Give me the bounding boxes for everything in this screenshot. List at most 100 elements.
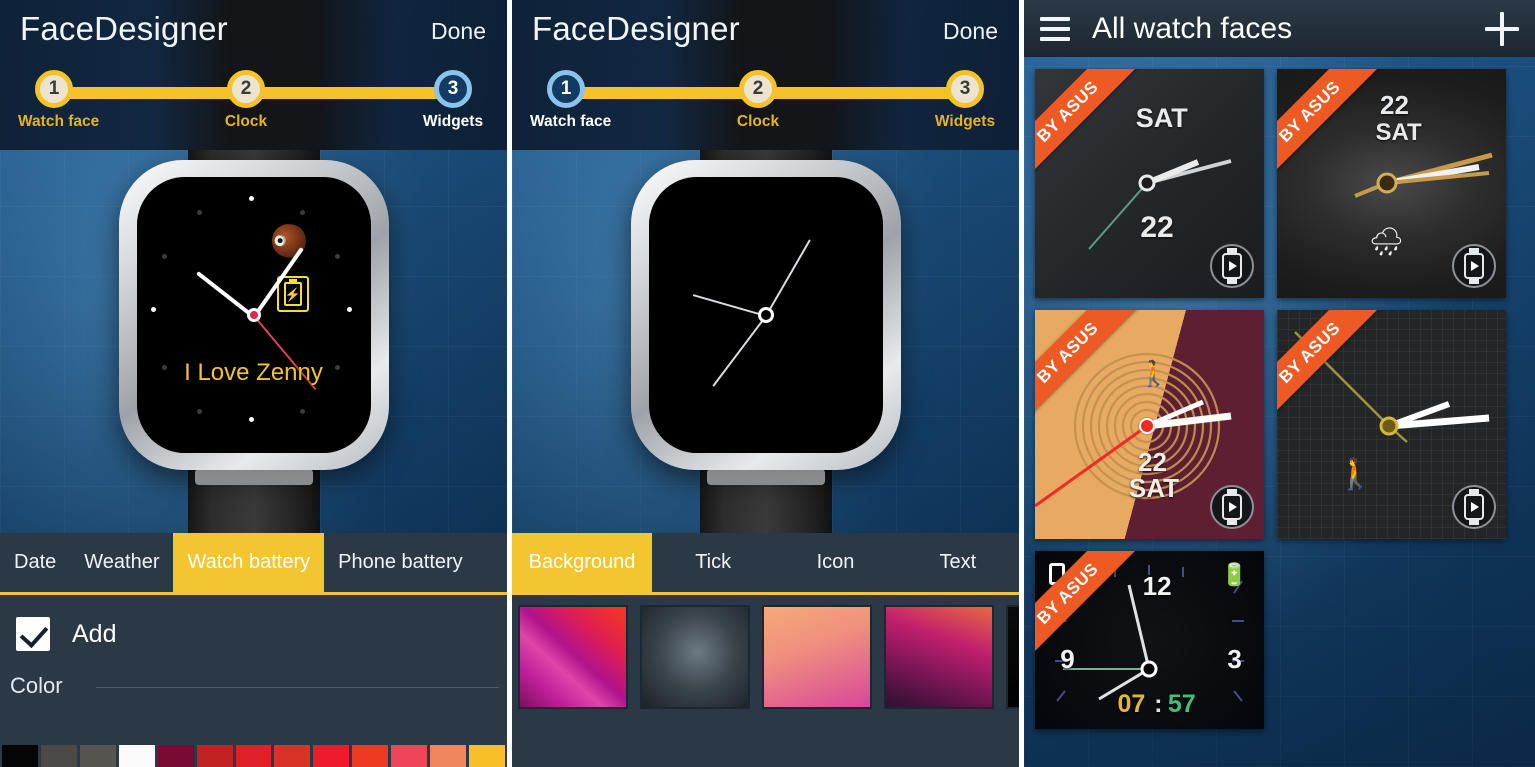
- watch-face-card-dark-minimal[interactable]: SAT 22 BY ASUS: [1035, 69, 1264, 298]
- step-2-clock[interactable]: 2 Clock: [210, 70, 282, 131]
- tab-background[interactable]: Background: [512, 533, 652, 592]
- tick-dot-9: [150, 306, 156, 312]
- digital-hours: 07: [1117, 689, 1146, 718]
- step-1-watch-face[interactable]: 1 Watch face: [530, 70, 611, 131]
- battery-charging-icon: ⚡: [283, 282, 302, 307]
- tick-dot-minor: [197, 210, 203, 216]
- color-swatch-4[interactable]: [157, 745, 194, 767]
- color-swatch-0[interactable]: [2, 745, 38, 767]
- watch-preview-icon[interactable]: [1452, 244, 1496, 288]
- step-1-label: Watch face: [18, 113, 100, 130]
- tab-phone-battery[interactable]: Phone battery: [324, 533, 477, 592]
- plus-icon[interactable]: [1485, 11, 1519, 46]
- done-button[interactable]: Done: [431, 18, 486, 45]
- tab-text[interactable]: Text: [897, 533, 1019, 592]
- watch-face-card-aviator-digital[interactable]: 🔋 12 9 3 07 : 57 BY ASUS: [1035, 551, 1264, 729]
- play-triangle-icon: [1229, 261, 1237, 271]
- watch-preview-icon[interactable]: [1210, 485, 1254, 529]
- custom-face-text[interactable]: I Love Zenny: [137, 359, 371, 387]
- add-option-row[interactable]: Add: [0, 595, 507, 651]
- step-3-widgets[interactable]: 3 Widgets: [929, 70, 1001, 131]
- minute-hand: [764, 239, 811, 317]
- wizard-stepper-p1: 1 Watch face 2 Clock 3 Widgets: [0, 70, 507, 142]
- color-swatch-2[interactable]: [79, 745, 116, 767]
- designer-header-p2: FaceDesigner Done 1 Watch face 2 Clock 3…: [512, 0, 1019, 150]
- color-swatch-1[interactable]: [40, 745, 77, 767]
- hamburger-menu-icon[interactable]: [1040, 16, 1070, 41]
- zenny-mascot-icon[interactable]: [268, 220, 310, 262]
- designer-header-p1: FaceDesigner Done 1 Watch face 2 Clock 3…: [0, 0, 507, 150]
- step-1-watch-face[interactable]: 1 Watch face: [18, 70, 100, 131]
- face-label-date: 22: [1380, 89, 1409, 120]
- color-label-text: Color: [10, 673, 63, 698]
- pedometer-icon: 🚶: [1138, 360, 1170, 389]
- watch-preview-stage-p1: ⚡ I Love Zenny: [0, 150, 507, 533]
- face-label-day: SAT: [1375, 119, 1422, 147]
- add-label: Add: [72, 619, 117, 648]
- watch-preview-icon[interactable]: [1452, 485, 1496, 529]
- color-swatch-9[interactable]: [352, 745, 389, 767]
- hour-hand: [692, 294, 766, 317]
- second-hand: [711, 315, 767, 387]
- tab-watch-battery[interactable]: Watch battery: [173, 533, 325, 592]
- color-swatch-11[interactable]: [430, 745, 467, 767]
- step-3-label: Widgets: [422, 113, 484, 130]
- add-checkbox[interactable]: [16, 617, 50, 651]
- tick-dot-minor: [162, 254, 168, 260]
- watch-screen-p2[interactable]: [648, 177, 883, 453]
- play-triangle-icon: [1471, 261, 1479, 271]
- digital-minutes: 57: [1167, 689, 1196, 718]
- grey-nebula-thumb[interactable]: [640, 605, 750, 709]
- weather-rain-cloud-icon: 🌧: [1368, 225, 1405, 257]
- pink-galaxy-thumb[interactable]: [884, 605, 994, 709]
- watchface-tabbar: Background Tick Icon Text: [512, 533, 1019, 595]
- magenta-streaks-thumb[interactable]: [518, 605, 628, 709]
- watch-hand-hub: [249, 311, 258, 319]
- watch-glyph: [1222, 489, 1242, 525]
- peach-magenta-gradient-thumb[interactable]: [762, 605, 872, 709]
- watch-face-card-grid-pedometer[interactable]: 🚶 BY ASUS: [1277, 310, 1506, 539]
- watch-preview-icon[interactable]: [1210, 244, 1254, 288]
- watch-glyph: [1464, 248, 1484, 284]
- watch-lug-bottom: [194, 469, 313, 485]
- panel-facedesigner-widgets: FaceDesigner Done 1 Watch face 2 Clock 3…: [0, 0, 507, 767]
- face-label-date: 22: [1140, 210, 1174, 244]
- color-swatch-5[interactable]: [196, 745, 233, 767]
- color-swatch-row[interactable]: [0, 745, 507, 767]
- color-swatch-7[interactable]: [274, 745, 311, 767]
- play-triangle-icon: [1471, 502, 1479, 512]
- tick-dot-minor: [335, 254, 341, 260]
- done-button[interactable]: Done: [943, 18, 998, 45]
- watch-screen-p1[interactable]: ⚡ I Love Zenny: [136, 177, 371, 453]
- battery-charging-icon: 🔋: [1220, 561, 1248, 587]
- face-label-3: 3: [1227, 643, 1242, 674]
- tab-weather[interactable]: Weather: [70, 533, 173, 592]
- watch-glyph: [1222, 248, 1242, 284]
- watch-battery-widget[interactable]: ⚡: [276, 276, 309, 313]
- tab-icon[interactable]: Icon: [774, 533, 896, 592]
- step-3-number: 3: [434, 70, 472, 108]
- watch-preview-stage-p2: [512, 150, 1019, 533]
- three-panel-screenshot: FaceDesigner Done 1 Watch face 2 Clock 3…: [0, 0, 1535, 767]
- color-swatch-12[interactable]: [469, 745, 505, 767]
- background-thumbnail-row[interactable]: [512, 595, 1019, 709]
- step-3-widgets[interactable]: 3 Widgets: [417, 70, 489, 131]
- watch-glyph: [1464, 489, 1484, 525]
- watch-face-card-sunburst-gold[interactable]: 22 SAT 🌧 BY ASUS: [1277, 69, 1506, 298]
- color-swatch-3[interactable]: [118, 745, 155, 767]
- watch-case-p1[interactable]: ⚡ I Love Zenny: [118, 160, 389, 470]
- black-thumb[interactable]: [1006, 605, 1019, 709]
- step-2-clock[interactable]: 2 Clock: [722, 70, 794, 131]
- color-swatch-8[interactable]: [313, 745, 350, 767]
- color-swatch-6[interactable]: [235, 745, 272, 767]
- watch-face-card-tan-maroon-spiral[interactable]: 🚶 22 SAT BY ASUS: [1035, 310, 1264, 539]
- watch-case-p2[interactable]: [630, 160, 901, 470]
- background-options-panel: [512, 595, 1019, 767]
- tab-tick[interactable]: Tick: [652, 533, 774, 592]
- wizard-stepper-p2: 1 Watch face 2 Clock 3 Widgets: [512, 70, 1019, 142]
- widget-tabbar: Date Weather Watch battery Phone battery: [0, 533, 507, 595]
- tab-date[interactable]: Date: [0, 533, 70, 592]
- color-swatch-10[interactable]: [391, 745, 428, 767]
- face-label-9: 9: [1060, 643, 1075, 674]
- watch-faces-grid: SAT 22 BY ASUS 22 SAT 🌧 BY ASUS 🚶 22 SAT…: [1024, 57, 1535, 767]
